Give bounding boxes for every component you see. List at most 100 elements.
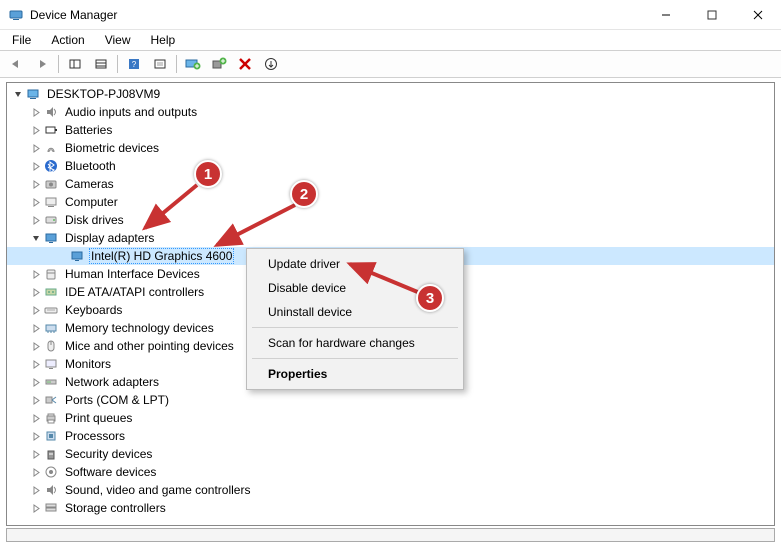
battery-icon [43, 122, 59, 138]
tree-category[interactable]: Processors [7, 427, 774, 445]
toolbar-separator [58, 55, 59, 73]
tree-item-label: Security devices [63, 447, 154, 461]
expand-icon[interactable] [29, 501, 43, 515]
monitor-icon [43, 356, 59, 372]
ports-icon [43, 392, 59, 408]
tree-item-label: Batteries [63, 123, 114, 137]
tree-item-label: DESKTOP-PJ08VM9 [45, 87, 162, 101]
tree-item-label: Sound, video and game controllers [63, 483, 252, 497]
expand-icon[interactable] [29, 303, 43, 317]
tree-category[interactable]: Software devices [7, 463, 774, 481]
callout-badge-3: 3 [416, 284, 444, 312]
audio-icon [43, 104, 59, 120]
ctx-scan-hardware[interactable]: Scan for hardware changes [250, 331, 460, 355]
menu-file[interactable]: File [4, 31, 39, 49]
expand-icon[interactable] [29, 267, 43, 281]
collapse-icon[interactable] [11, 87, 25, 101]
callout-badge-2: 2 [290, 180, 318, 208]
show-hidden-button[interactable] [63, 53, 87, 75]
expand-icon[interactable] [29, 195, 43, 209]
context-menu: Update driver Disable device Uninstall d… [246, 248, 464, 390]
expand-icon[interactable] [29, 375, 43, 389]
expand-icon[interactable] [29, 285, 43, 299]
uninstall-button[interactable] [233, 53, 257, 75]
expand-icon[interactable] [29, 411, 43, 425]
status-bar [6, 528, 775, 542]
properties-button[interactable] [89, 53, 113, 75]
tree-category-display-adapters[interactable]: Display adapters [7, 229, 774, 247]
menu-help[interactable]: Help [143, 31, 184, 49]
software-icon [43, 464, 59, 480]
camera-icon [43, 176, 59, 192]
tree-root[interactable]: DESKTOP-PJ08VM9 [7, 85, 774, 103]
expand-icon[interactable] [29, 483, 43, 497]
help-button[interactable]: ? [122, 53, 146, 75]
back-button[interactable] [4, 53, 28, 75]
tree-category[interactable]: Cameras [7, 175, 774, 193]
tree-item-label: Bluetooth [63, 159, 118, 173]
tree-category[interactable]: Disk drives [7, 211, 774, 229]
display-icon [43, 230, 59, 246]
tree-category[interactable]: Security devices [7, 445, 774, 463]
display-icon [69, 248, 85, 264]
menu-view[interactable]: View [97, 31, 139, 49]
tree-item-label: Memory technology devices [63, 321, 216, 335]
security-icon [43, 446, 59, 462]
expand-icon[interactable] [29, 429, 43, 443]
expand-icon[interactable] [29, 321, 43, 335]
tree-item-label: Biometric devices [63, 141, 161, 155]
tree-category[interactable]: Storage controllers [7, 499, 774, 517]
expand-icon[interactable] [29, 141, 43, 155]
tree-item-label: Monitors [63, 357, 113, 371]
expand-icon[interactable] [29, 159, 43, 173]
tree-category[interactable]: Bluetooth [7, 157, 774, 175]
printer-icon [43, 410, 59, 426]
expand-icon[interactable] [29, 213, 43, 227]
title-bar: Device Manager [0, 0, 781, 30]
app-icon [8, 7, 24, 23]
callout-badge-1: 1 [194, 160, 222, 188]
network-icon [43, 374, 59, 390]
tree-category[interactable]: Ports (COM & LPT) [7, 391, 774, 409]
expand-icon[interactable] [29, 105, 43, 119]
expand-icon[interactable] [29, 393, 43, 407]
action-button[interactable] [148, 53, 172, 75]
toolbar-separator [176, 55, 177, 73]
tree-category[interactable]: Print queues [7, 409, 774, 427]
collapse-icon[interactable] [29, 231, 43, 245]
maximize-button[interactable] [689, 0, 735, 30]
menu-action[interactable]: Action [43, 31, 92, 49]
update-driver-button[interactable] [181, 53, 205, 75]
window-controls [643, 0, 781, 30]
close-button[interactable] [735, 0, 781, 30]
ctx-properties[interactable]: Properties [250, 362, 460, 386]
computer-icon [43, 194, 59, 210]
tree-item-label: Audio inputs and outputs [63, 105, 199, 119]
tree-category[interactable]: Biometric devices [7, 139, 774, 157]
forward-button[interactable] [30, 53, 54, 75]
expand-icon[interactable] [29, 339, 43, 353]
disable-button[interactable] [259, 53, 283, 75]
tree-item-label: Storage controllers [63, 501, 168, 515]
tree-item-label: Disk drives [63, 213, 126, 227]
ctx-separator [252, 358, 458, 359]
expand-icon[interactable] [29, 123, 43, 137]
window-title: Device Manager [30, 8, 643, 22]
tree-item-label: Cameras [63, 177, 116, 191]
minimize-button[interactable] [643, 0, 689, 30]
tree-category[interactable]: Batteries [7, 121, 774, 139]
ide-icon [43, 284, 59, 300]
tree-category[interactable]: Sound, video and game controllers [7, 481, 774, 499]
expand-icon[interactable] [29, 447, 43, 461]
expand-icon[interactable] [29, 177, 43, 191]
tree-category[interactable]: Computer [7, 193, 774, 211]
expand-icon[interactable] [29, 465, 43, 479]
tree-item-label: Computer [63, 195, 120, 209]
sound-icon [43, 482, 59, 498]
tree-category[interactable]: Audio inputs and outputs [7, 103, 774, 121]
expand-icon[interactable] [29, 357, 43, 371]
tree-item-label: Ports (COM & LPT) [63, 393, 171, 407]
ctx-update-driver[interactable]: Update driver [250, 252, 460, 276]
ctx-separator [252, 327, 458, 328]
scan-hardware-button[interactable] [207, 53, 231, 75]
